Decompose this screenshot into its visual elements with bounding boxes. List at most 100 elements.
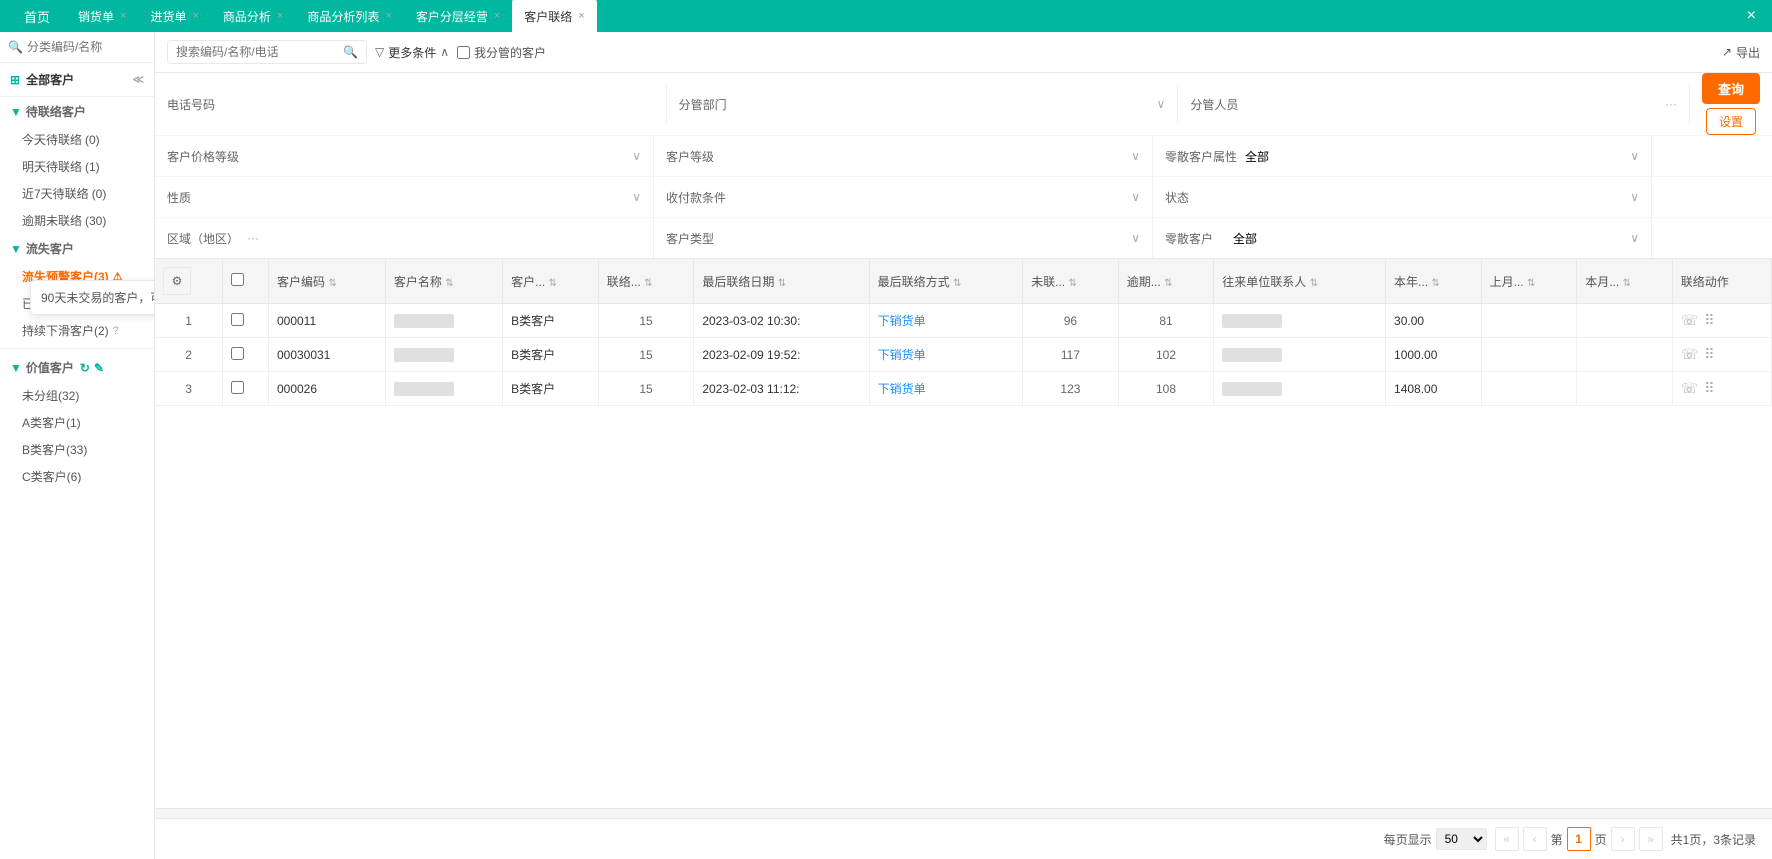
- filter-region-dots[interactable]: ···: [247, 231, 259, 245]
- close-sales-icon[interactable]: ×: [120, 10, 126, 22]
- row-last-method-link[interactable]: 下销货单: [878, 314, 926, 328]
- row-checkbox-cell[interactable]: [223, 372, 269, 406]
- sidebar-group-lost[interactable]: ▼ 流失客户: [0, 234, 154, 263]
- sidebar-item-tomorrow[interactable]: 明天待联络(1): [0, 153, 154, 180]
- row-checkbox[interactable]: [231, 313, 244, 326]
- select-all-checkbox[interactable]: [231, 273, 244, 286]
- sidebar-item-declining[interactable]: 持续下滑客户(2) ?: [0, 317, 154, 344]
- table-area: ⚙ 客户编码 ⇅ 客户名称 ⇅ 客户... ⇅ 联络... ⇅ 最后联络日期 ⇅…: [155, 259, 1772, 808]
- col-name[interactable]: 客户名称 ⇅: [385, 259, 502, 304]
- filter-customer-type-select[interactable]: ∨: [734, 231, 1140, 245]
- sidebar-search-input[interactable]: [27, 40, 155, 54]
- tooltip-lost: 90天未交易的客户，可能有流失风险。: [30, 280, 155, 315]
- col-uncontacted[interactable]: 未联... ⇅: [1023, 259, 1119, 304]
- row-last-method-link[interactable]: 下销货单: [878, 382, 926, 396]
- col-type[interactable]: 客户... ⇅: [503, 259, 599, 304]
- row-this-month: [1577, 372, 1673, 406]
- col-checkbox[interactable]: [223, 259, 269, 304]
- edit-icon[interactable]: ✎: [94, 361, 104, 375]
- query-button[interactable]: 查询: [1702, 73, 1760, 104]
- export-button[interactable]: ↗ 导出: [1722, 44, 1760, 61]
- row-checkbox-cell[interactable]: [223, 304, 269, 338]
- more-actions-icon[interactable]: ⠿: [1704, 312, 1714, 329]
- nav-sales[interactable]: 销货单 ×: [66, 0, 138, 32]
- first-page-btn[interactable]: «: [1495, 827, 1519, 851]
- prev-page-btn[interactable]: ‹: [1523, 827, 1547, 851]
- sidebar-item-7days[interactable]: 近7天待联络(0): [0, 180, 154, 207]
- sidebar-item-ungrouped[interactable]: 未分组(32): [0, 382, 154, 409]
- close-window-button[interactable]: ×: [1739, 7, 1764, 25]
- sidebar-item-overdue[interactable]: 逾期未联络(30): [0, 207, 154, 234]
- filter-payment-select[interactable]: ∨: [734, 190, 1140, 204]
- close-goods-list-icon[interactable]: ×: [385, 10, 391, 22]
- filter-customer-grade-select[interactable]: ∨: [734, 149, 1140, 163]
- col-contacts[interactable]: 往来单位联系人 ⇅: [1214, 259, 1386, 304]
- filter-dept-select[interactable]: ∨: [747, 97, 1166, 111]
- nav-goods-analysis[interactable]: 商品分析 ×: [211, 0, 295, 32]
- per-page-select[interactable]: 50 100 200: [1436, 828, 1487, 850]
- col-this-month[interactable]: 本月... ⇅: [1577, 259, 1673, 304]
- collapse-icon: ≪: [132, 73, 144, 86]
- filter-scatter-attr-select[interactable]: 全部 ∨: [1245, 148, 1639, 165]
- sidebar-item-today[interactable]: 今天待联络(0): [0, 126, 154, 153]
- row-checkbox-cell[interactable]: [223, 338, 269, 372]
- col-overdue[interactable]: 逾期... ⇅: [1118, 259, 1214, 304]
- filter-more-btn[interactable]: ▽ 更多条件 ∧: [375, 44, 449, 61]
- my-customers-check[interactable]: [457, 46, 470, 59]
- filter-phone-input[interactable]: [235, 97, 654, 111]
- sidebar-item-c-class[interactable]: C类客户(6): [0, 463, 154, 490]
- sidebar-all-customers[interactable]: ⊞ 全部客户 ≪: [0, 63, 154, 97]
- row-code: 000026: [268, 372, 385, 406]
- col-settings[interactable]: ⚙: [155, 259, 223, 304]
- row-overdue: 108: [1118, 372, 1214, 406]
- row-checkbox[interactable]: [231, 347, 244, 360]
- nav-customer-contact[interactable]: 客户联络 ×: [512, 0, 596, 32]
- col-contact[interactable]: 联络... ⇅: [598, 259, 694, 304]
- more-actions-icon[interactable]: ⠿: [1704, 346, 1714, 363]
- col-last-month[interactable]: 上月... ⇅: [1481, 259, 1577, 304]
- row-contacts: [1214, 304, 1386, 338]
- sidebar-item-b-class[interactable]: B类客户(33): [0, 436, 154, 463]
- row-this-year: 1000.00: [1386, 338, 1482, 372]
- contact-icon[interactable]: ☏: [1681, 346, 1699, 363]
- toolbar-search-input[interactable]: [176, 45, 339, 59]
- next-page-btn[interactable]: ›: [1611, 827, 1635, 851]
- col-last-method[interactable]: 最后联络方式 ⇅: [869, 259, 1022, 304]
- close-goods-analysis-icon[interactable]: ×: [277, 10, 283, 22]
- filter-status-select[interactable]: ∨: [1233, 190, 1639, 204]
- sidebar-item-a-class[interactable]: A类客户(1): [0, 409, 154, 436]
- sidebar-group-pending[interactable]: ▼ 待联络客户: [0, 97, 154, 126]
- nav-home[interactable]: 首页: [8, 0, 66, 32]
- row-last-method-link[interactable]: 下销货单: [878, 348, 926, 362]
- more-actions-icon[interactable]: ⠿: [1704, 380, 1714, 397]
- filter-price-grade-select[interactable]: ∨: [247, 149, 641, 163]
- filter-customer-grade: 客户等级 ∨: [654, 136, 1153, 176]
- contact-icon[interactable]: ☏: [1681, 312, 1699, 329]
- row-checkbox[interactable]: [231, 381, 244, 394]
- my-customers-checkbox[interactable]: 我分管的客户: [457, 44, 546, 61]
- filter-person-input[interactable]: [1258, 97, 1665, 111]
- close-customer-contact-icon[interactable]: ×: [578, 10, 584, 22]
- contact-icon[interactable]: ☏: [1681, 380, 1699, 397]
- filter-scatter-select[interactable]: 全部 ∨: [1233, 230, 1639, 247]
- sidebar-group-value[interactable]: ▼ 价值客户 ↻ ✎: [0, 353, 154, 382]
- close-purchase-icon[interactable]: ×: [192, 10, 198, 22]
- filter-nature-select[interactable]: ∨: [235, 190, 641, 204]
- top-nav: 首页 销货单 × 进货单 × 商品分析 × 商品分析列表 × 客户分层经营 × …: [0, 0, 1772, 32]
- last-page-btn[interactable]: »: [1639, 827, 1663, 851]
- col-this-year[interactable]: 本年... ⇅: [1386, 259, 1482, 304]
- toolbar-search-icon[interactable]: 🔍: [343, 45, 358, 59]
- filter-region-select[interactable]: ···: [247, 231, 641, 245]
- nav-purchase[interactable]: 进货单 ×: [138, 0, 210, 32]
- row-seq: 1: [155, 304, 223, 338]
- filter-person-dots[interactable]: ···: [1665, 97, 1677, 111]
- nav-customer-tier[interactable]: 客户分层经营 ×: [404, 0, 512, 32]
- refresh-icon[interactable]: ↻: [80, 361, 90, 375]
- close-customer-tier-icon[interactable]: ×: [494, 10, 500, 22]
- bottom-scrollbar[interactable]: [155, 808, 1772, 818]
- nav-goods-list[interactable]: 商品分析列表 ×: [295, 0, 403, 32]
- settings-button[interactable]: 设置: [1706, 108, 1756, 135]
- col-code[interactable]: 客户编码 ⇅: [268, 259, 385, 304]
- col-last-date[interactable]: 最后联络日期 ⇅: [694, 259, 869, 304]
- table-settings-icon[interactable]: ⚙: [163, 267, 191, 295]
